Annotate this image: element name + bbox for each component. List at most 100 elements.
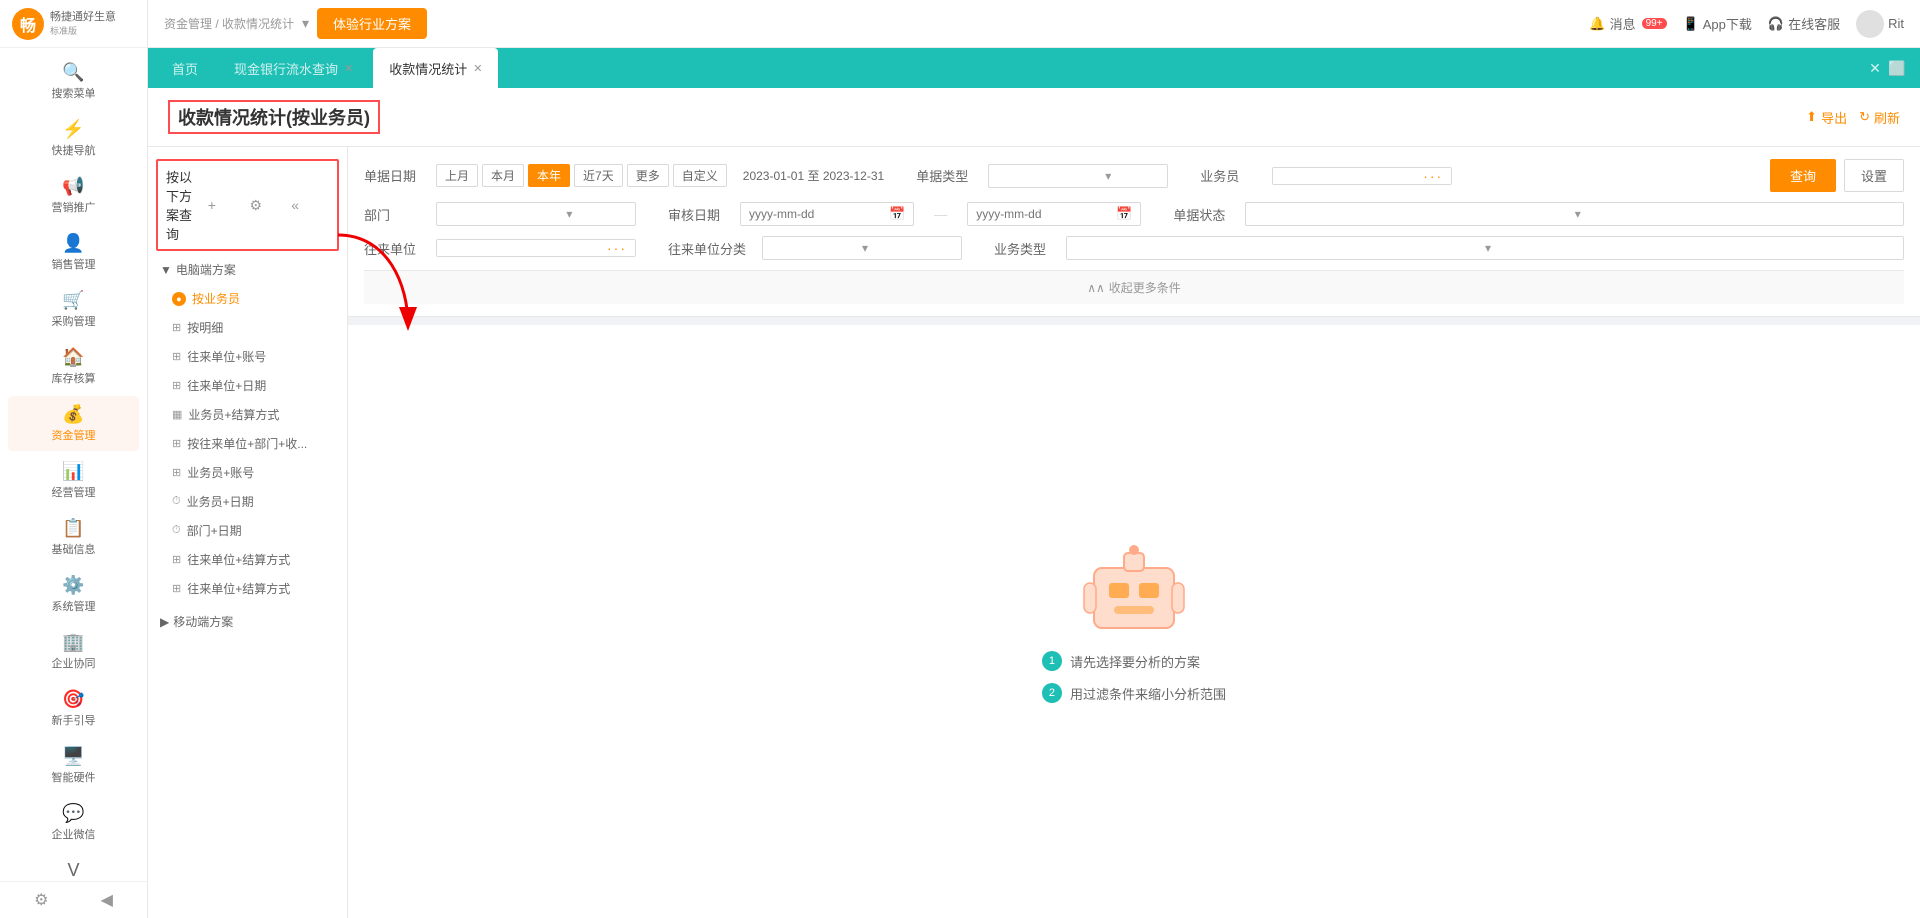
calendar-from-icon[interactable]: 📅 <box>881 206 913 222</box>
partner-select[interactable]: ··· <box>436 239 636 257</box>
date-btn-more[interactable]: 更多 <box>627 164 669 187</box>
refresh-button[interactable]: ↻ 刷新 <box>1859 108 1900 127</box>
scheme-item-detail[interactable]: ⊞ 按明细 <box>148 313 347 342</box>
scheme-item-partner-dept[interactable]: ⊞ 按往来单位+部门+收... <box>148 429 347 458</box>
sidebar-item-guide[interactable]: 🎯 新手引导 <box>8 681 139 736</box>
purchase-icon: 🛒 <box>62 290 84 311</box>
salesman-placeholder <box>1273 172 1415 180</box>
empty-step-1: 1 请先选择要分析的方案 <box>1042 651 1226 671</box>
header-left: 资金管理 / 收款情况统计 ▾ 体验行业方案 <box>164 8 427 39</box>
scheme-item-partner-date[interactable]: ⊞ 往来单位+日期 <box>148 371 347 400</box>
sidebar-item-hardware[interactable]: 🖥️ 智能硬件 <box>8 738 139 793</box>
window-close-icon[interactable]: ✕ <box>1868 61 1882 75</box>
date-filter-group: 上月 本月 本年 近7天 更多 自定义 <box>436 164 727 187</box>
scheme-panel-header: 按以下方案查询 + ⚙ « <box>156 159 339 251</box>
doc-type-select[interactable]: ▾ <box>988 164 1168 188</box>
sidebar-item-finance[interactable]: 💰 资金管理 <box>8 396 139 451</box>
collapse-button[interactable]: ∧∧ 收起更多条件 <box>372 279 1896 296</box>
sidebar-label-corp: 企业协同 <box>52 655 96 671</box>
setting-button[interactable]: 设置 <box>1844 159 1904 192</box>
sidebar-item-inventory[interactable]: 🏠 库存核算 <box>8 339 139 394</box>
header-gear-icon[interactable]: ▾ <box>302 15 309 32</box>
sidebar-item-search[interactable]: 🔍 搜索菜单 <box>8 54 139 109</box>
mobile-group-label: 移动端方案 <box>173 613 233 630</box>
search-icon: 🔍 <box>62 62 84 83</box>
sidebar-item-basic[interactable]: 📋 基础信息 <box>8 510 139 565</box>
empty-step-2: 2 用过滤条件来缩小分析范围 <box>1042 683 1226 703</box>
date-btn-this-year[interactable]: 本年 <box>528 164 570 187</box>
inventory-icon: 🏠 <box>62 347 84 368</box>
export-button[interactable]: ⬆ 导出 <box>1806 108 1847 127</box>
scheme-item-salesman[interactable]: ● 按业务员 <box>148 284 347 313</box>
scheme-gear-icon[interactable]: ⚙ <box>250 197 288 214</box>
partner-dots-icon[interactable]: ··· <box>599 240 635 256</box>
app-logo: 畅 畅捷通好生意 标准版 <box>0 0 147 48</box>
sidebar-item-marketing[interactable]: 📢 营销推广 <box>8 168 139 223</box>
date-btn-last7[interactable]: 近7天 <box>574 164 623 187</box>
partner-category-select[interactable]: ▾ <box>762 236 962 260</box>
window-maximize-icon[interactable]: ⬜ <box>1890 61 1904 75</box>
scheme-item-dept-date[interactable]: ⏱ 部门+日期 <box>148 516 347 545</box>
tab-bank[interactable]: 现金银行流水查询 ✕ <box>218 48 369 88</box>
logo-badge: 标准版 <box>50 24 116 37</box>
scheme-add-icon[interactable]: + <box>208 197 246 213</box>
desktop-group-title[interactable]: ▼ 电脑端方案 <box>148 255 347 284</box>
user-avatar <box>1856 10 1884 38</box>
partner-category-dropdown-arrow: ▾ <box>862 241 953 255</box>
salesman-dots-icon[interactable]: ··· <box>1415 168 1451 184</box>
audit-date-to-input[interactable] <box>968 203 1108 225</box>
app-download-icon: 📱 <box>1683 16 1699 32</box>
main-panel: 按以下方案查询 + ⚙ « <box>148 147 1920 918</box>
operation-icon: 📊 <box>62 461 84 482</box>
date-btn-this-month[interactable]: 本月 <box>482 164 524 187</box>
sidebar-item-member[interactable]: V 畅会员 <box>8 852 139 881</box>
query-button[interactable]: 查询 <box>1770 159 1836 192</box>
step-1-number: 1 <box>1042 651 1062 671</box>
biz-type-select[interactable]: ▾ <box>1066 236 1904 260</box>
settings-icon[interactable]: ⚙ <box>34 890 48 910</box>
sidebar-item-corp[interactable]: 🏢 企业协同 <box>8 624 139 679</box>
scheme-collapse-icon[interactable]: « <box>291 197 329 213</box>
app-download-action[interactable]: 📱 App下载 <box>1683 14 1752 33</box>
scheme-item-partner-settle2[interactable]: ⊞ 往来单位+结算方式 <box>148 574 347 603</box>
trial-button[interactable]: 体验行业方案 <box>317 8 427 39</box>
audit-date-from-input[interactable] <box>741 203 881 225</box>
scheme-panel: 按以下方案查询 + ⚙ « <box>148 147 348 918</box>
date-btn-custom[interactable]: 自定义 <box>673 164 727 187</box>
sidebar-item-wechat[interactable]: 💬 企业微信 <box>8 795 139 850</box>
tab-receipt-close-icon[interactable]: ✕ <box>473 62 482 75</box>
customer-service-icon: 🎧 <box>1768 16 1784 32</box>
tab-home-label: 首页 <box>172 59 198 78</box>
calendar-to-icon[interactable]: 📅 <box>1108 206 1140 222</box>
sidebar-item-quicknav[interactable]: ⚡ 快捷导航 <box>8 111 139 166</box>
sidebar-item-sales[interactable]: 👤 销售管理 <box>8 225 139 280</box>
scheme-item-partner-account[interactable]: ⊞ 往来单位+账号 <box>148 342 347 371</box>
scheme-item-salesman-account[interactable]: ⊞ 业务员+账号 <box>148 458 347 487</box>
app-download-label: App下载 <box>1703 14 1752 33</box>
mobile-group-title[interactable]: ▶ 移动端方案 <box>148 607 347 636</box>
scheme-item-salesman-label: 按业务员 <box>192 290 240 307</box>
salesman-select[interactable]: ··· <box>1272 167 1452 185</box>
notifications-action[interactable]: 🔔 消息 99+ <box>1589 14 1666 33</box>
collapse-sidebar-icon[interactable]: ◀‌‌ <box>101 890 113 910</box>
sidebar-item-purchase[interactable]: 🛒 采购管理 <box>8 282 139 337</box>
sidebar-item-operation[interactable]: 📊 经营管理 <box>8 453 139 508</box>
dept-select[interactable]: ▾ <box>436 202 636 226</box>
scheme-item-salesman-date[interactable]: ⏱ 业务员+日期 <box>148 487 347 516</box>
sidebar-item-system[interactable]: ⚙️ 系统管理 <box>8 567 139 622</box>
salesman-account-icon: ⊞ <box>172 466 181 479</box>
customer-service-action[interactable]: 🎧 在线客服 <box>1768 14 1840 33</box>
export-icon: ⬆ <box>1806 109 1817 125</box>
scheme-item-salesman-settle[interactable]: ▦ 业务员+结算方式 <box>148 400 347 429</box>
user-name[interactable]: Rit <box>1856 10 1904 38</box>
scheme-item-partner-settle1[interactable]: ⊞ 往来单位+结算方式 <box>148 545 347 574</box>
tab-receipt[interactable]: 收款情况统计 ✕ <box>373 48 498 88</box>
empty-state: 1 请先选择要分析的方案 2 用过滤条件来缩小分析范围 <box>348 325 1920 918</box>
doc-status-select[interactable]: ▾ <box>1245 202 1904 226</box>
tab-bank-close-icon[interactable]: ✕ <box>344 62 353 75</box>
tab-home[interactable]: 首页 <box>156 48 214 88</box>
partner-filter-label: 往来单位 <box>364 239 420 258</box>
date-btn-last-month[interactable]: 上月 <box>436 164 478 187</box>
audit-date-filter-label: 审核日期 <box>668 205 724 224</box>
sidebar-label-operation: 经营管理 <box>52 484 96 500</box>
